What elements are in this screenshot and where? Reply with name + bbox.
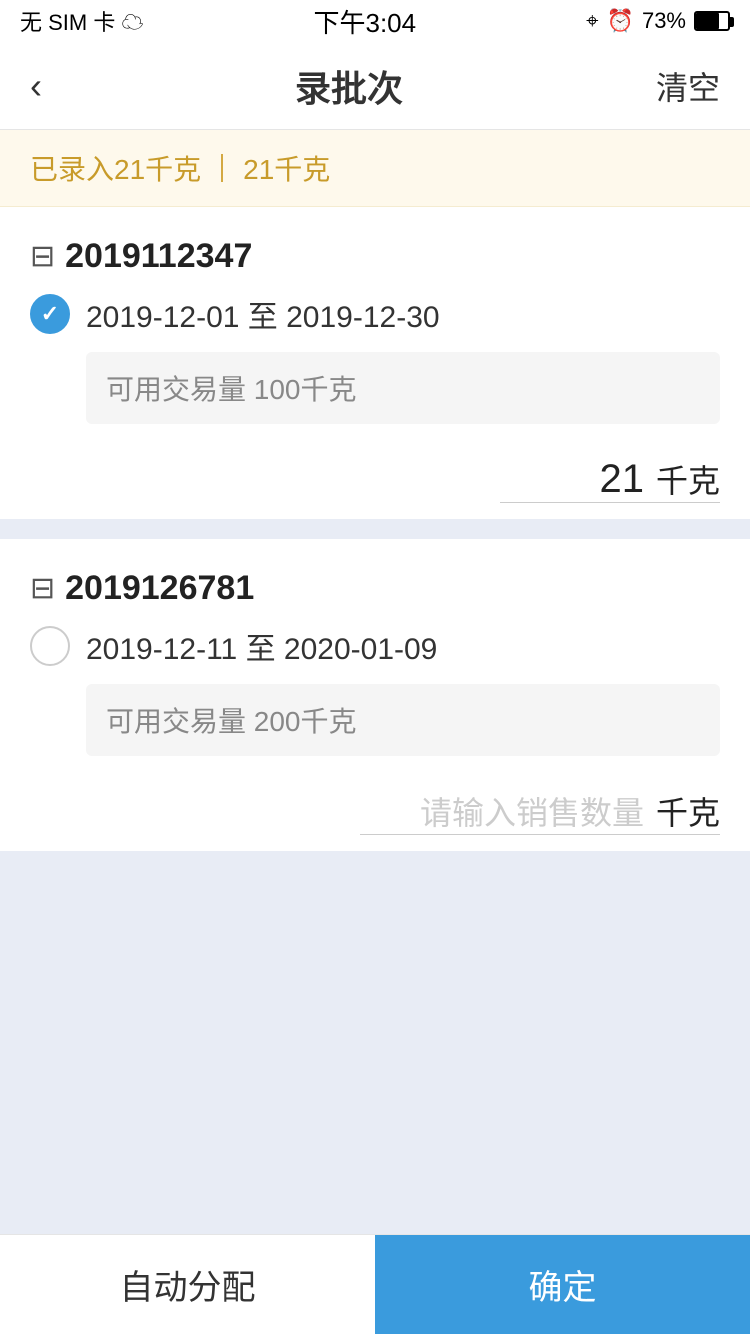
- batch2-icon: ⊟: [30, 571, 55, 606]
- back-button[interactable]: ‹: [30, 65, 42, 107]
- clear-button[interactable]: 清空: [656, 63, 720, 109]
- batch-item-1: ⊟ 2019112347 2019-12-01 至 2019-12-30 可用交…: [0, 207, 750, 519]
- battery-label: 73%: [642, 8, 686, 34]
- batch1-underline: [500, 502, 720, 503]
- batch1-radio[interactable]: [30, 294, 70, 334]
- status-bar: 无 SIM 卡 ☁ 下午3:04 ⌖ ⏰ 73%: [0, 0, 750, 42]
- batch2-input-row[interactable]: 请输入销售数量 千克: [0, 772, 750, 834]
- location-icon: ⌖: [586, 8, 598, 34]
- total-label: 21千克: [243, 148, 330, 188]
- batch1-availability-text: 可用交易量 100千克: [106, 374, 357, 405]
- batch1-quantity-row: 21 千克: [0, 440, 750, 502]
- section-separator-1: [0, 519, 750, 539]
- status-right: ⌖ ⏰ 73%: [586, 8, 730, 34]
- status-time: 下午3:04: [314, 3, 417, 40]
- batch2-radio[interactable]: [30, 626, 70, 666]
- batch2-underline: [360, 834, 720, 835]
- batch1-quantity-value: 21: [599, 457, 644, 502]
- nav-bar: ‹ 录批次 清空: [0, 42, 750, 130]
- batch1-header: ⊟ 2019112347: [30, 237, 720, 276]
- batch1-underline-wrap: [0, 502, 750, 519]
- batch1-icon: ⊟: [30, 239, 55, 274]
- page-title: 录批次: [295, 60, 403, 112]
- info-banner: 已录入21千克 21千克: [0, 130, 750, 207]
- batch2-unit: 千克: [656, 788, 720, 834]
- empty-area: [0, 851, 750, 1271]
- batch1-availability: 可用交易量 100千克: [86, 352, 720, 424]
- recorded-label: 已录入21千克: [30, 148, 201, 188]
- batch2-availability-text: 可用交易量 200千克: [106, 706, 357, 737]
- batch2-id: 2019126781: [65, 569, 254, 608]
- batch2-underline-wrap: [0, 834, 750, 851]
- sim-label: 无 SIM 卡 ☁: [20, 5, 143, 37]
- auto-distribute-button[interactable]: 自动分配: [0, 1235, 375, 1334]
- banner-divider: [221, 154, 223, 182]
- batch1-quantity-unit: 千克: [656, 456, 720, 502]
- battery-icon: [694, 11, 730, 31]
- batch-item-2: ⊟ 2019126781 2019-12-11 至 2020-01-09 可用交…: [0, 539, 750, 851]
- batch2-date-row: 2019-12-11 至 2020-01-09: [30, 624, 720, 668]
- batch2-header: ⊟ 2019126781: [30, 569, 720, 608]
- alarm-icon: ⏰: [607, 8, 634, 34]
- batch2-date: 2019-12-11 至 2020-01-09: [86, 624, 437, 668]
- batch1-date: 2019-12-01 至 2019-12-30: [86, 292, 440, 336]
- confirm-button[interactable]: 确定: [375, 1235, 750, 1334]
- batch2-input-placeholder: 请输入销售数量: [420, 788, 644, 834]
- batch1-date-row: 2019-12-01 至 2019-12-30: [30, 292, 720, 336]
- status-left: 无 SIM 卡 ☁: [20, 5, 143, 37]
- bottom-bar: 自动分配 确定: [0, 1234, 750, 1334]
- batch2-availability: 可用交易量 200千克: [86, 684, 720, 756]
- batch1-id: 2019112347: [65, 237, 252, 276]
